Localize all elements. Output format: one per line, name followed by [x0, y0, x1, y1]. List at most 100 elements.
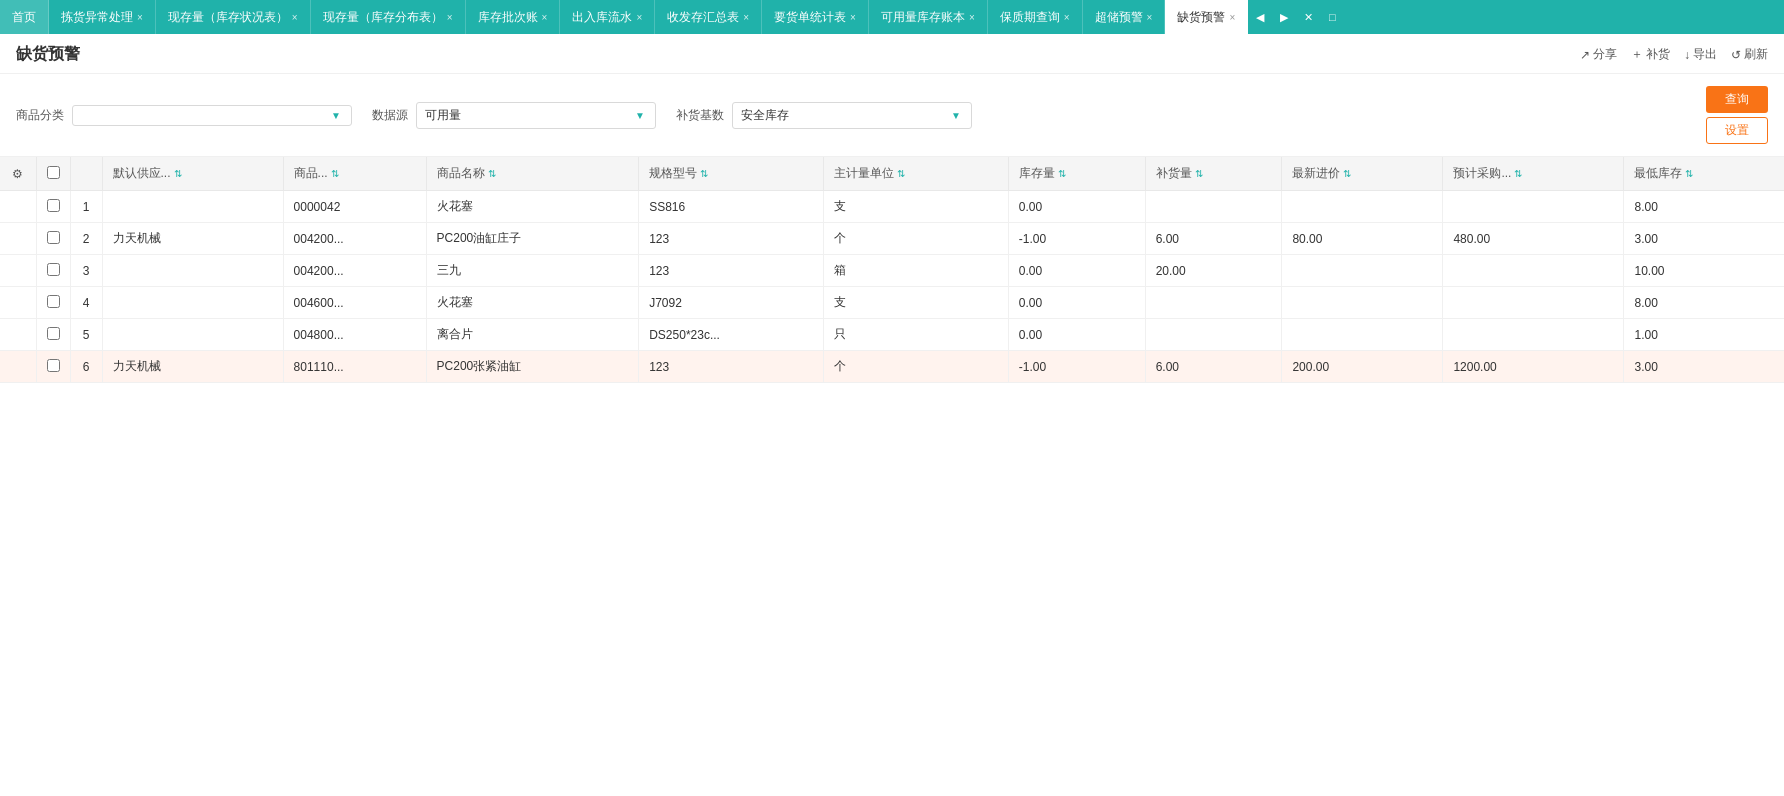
tab-restore-button[interactable]: □ — [1320, 0, 1344, 34]
th-latest-price[interactable]: 最新进价 ⇅ — [1282, 157, 1443, 191]
row-checkbox[interactable] — [47, 263, 60, 276]
tab-inventory-status[interactable]: 现存量（库存状况表） × — [156, 0, 311, 34]
row-checkbox-cell[interactable] — [36, 319, 70, 351]
close-icon[interactable]: × — [1229, 12, 1235, 23]
row-gear-cell[interactable] — [0, 191, 36, 223]
row-checkbox-cell[interactable] — [36, 351, 70, 383]
close-icon[interactable]: × — [969, 12, 975, 23]
page-title: 缺货预警 — [16, 44, 80, 65]
th-min-stock[interactable]: 最低库存 ⇅ — [1624, 157, 1784, 191]
th-product-name[interactable]: 商品名称 ⇅ — [426, 157, 639, 191]
row-default-supplier: 力天机械 — [102, 351, 283, 383]
th-product-code[interactable]: 商品... ⇅ — [283, 157, 426, 191]
close-icon[interactable]: × — [447, 12, 453, 23]
tab-close-button[interactable]: ✕ — [1296, 0, 1320, 34]
close-icon[interactable]: × — [292, 12, 298, 23]
replenish-basis-select[interactable]: 安全库存 ▼ — [732, 102, 972, 129]
th-gear[interactable]: ⚙ — [0, 157, 36, 191]
row-checkbox[interactable] — [47, 295, 60, 308]
category-label: 商品分类 — [16, 107, 64, 124]
replenish-icon: ＋ — [1631, 46, 1643, 63]
row-checkbox-cell[interactable] — [36, 255, 70, 287]
row-gear-cell[interactable] — [0, 287, 36, 319]
filter-actions: 查询 设置 — [1706, 86, 1768, 144]
close-icon[interactable]: × — [542, 12, 548, 23]
row-gear-cell[interactable] — [0, 319, 36, 351]
close-icon[interactable]: × — [636, 12, 642, 23]
tab-inout-flow[interactable]: 出入库流水 × — [560, 0, 655, 34]
row-min-stock: 3.00 — [1624, 223, 1784, 255]
tab-batch-account[interactable]: 库存批次账 × — [466, 0, 561, 34]
row-latest-price — [1282, 191, 1443, 223]
row-spec: 123 — [639, 255, 824, 287]
row-gear-cell[interactable] — [0, 351, 36, 383]
export-icon: ↓ — [1684, 48, 1690, 62]
row-latest-price — [1282, 319, 1443, 351]
close-icon[interactable]: × — [1147, 12, 1153, 23]
tab-overstock[interactable]: 超储预警 × — [1083, 0, 1166, 34]
close-icon[interactable]: × — [850, 12, 856, 23]
th-stock-qty[interactable]: 库存量 ⇅ — [1008, 157, 1145, 191]
row-stock-qty: 0.00 — [1008, 319, 1145, 351]
tab-prev-button[interactable]: ◀ — [1248, 0, 1272, 34]
datasource-select[interactable]: 可用量 ▼ — [416, 102, 656, 129]
th-default-supplier[interactable]: 默认供应... ⇅ — [102, 157, 283, 191]
share-button[interactable]: ↗ 分享 — [1580, 46, 1617, 63]
row-checkbox[interactable] — [47, 359, 60, 372]
row-gear-cell[interactable] — [0, 255, 36, 287]
row-checkbox[interactable] — [47, 327, 60, 340]
close-icon[interactable]: × — [1064, 12, 1070, 23]
row-est-purchase — [1443, 287, 1624, 319]
sort-icon: ⇅ — [488, 168, 496, 179]
row-checkbox[interactable] — [47, 199, 60, 212]
row-min-stock: 1.00 — [1624, 319, 1784, 351]
tab-next-button[interactable]: ▶ — [1272, 0, 1296, 34]
tab-expiry-query[interactable]: 保质期查询 × — [988, 0, 1083, 34]
row-spec: J7092 — [639, 287, 824, 319]
row-replenish-qty — [1145, 191, 1282, 223]
sort-icon: ⇅ — [897, 168, 905, 179]
th-replenish-qty[interactable]: 补货量 ⇅ — [1145, 157, 1282, 191]
th-est-purchase[interactable]: 预计采购... ⇅ — [1443, 157, 1624, 191]
row-product-name: PC200油缸庄子 — [426, 223, 639, 255]
row-est-purchase — [1443, 319, 1624, 351]
replenish-button[interactable]: ＋ 补货 — [1631, 46, 1670, 63]
tab-collect-summary[interactable]: 收发存汇总表 × — [655, 0, 762, 34]
th-spec[interactable]: 规格型号 ⇅ — [639, 157, 824, 191]
sort-icon: ⇅ — [1685, 168, 1693, 179]
query-button[interactable]: 查询 — [1706, 86, 1768, 113]
close-icon[interactable]: × — [743, 12, 749, 23]
row-latest-price: 200.00 — [1282, 351, 1443, 383]
settings-button[interactable]: 设置 — [1706, 117, 1768, 144]
row-number: 1 — [70, 191, 102, 223]
row-checkbox[interactable] — [47, 231, 60, 244]
row-product-code: 0000042 — [283, 191, 426, 223]
export-button[interactable]: ↓ 导出 — [1684, 46, 1717, 63]
refresh-button[interactable]: ↺ 刷新 — [1731, 46, 1768, 63]
row-gear-cell[interactable] — [0, 223, 36, 255]
th-unit[interactable]: 主计量单位 ⇅ — [823, 157, 1008, 191]
sort-icon: ⇅ — [174, 168, 182, 179]
datasource-value: 可用量 — [425, 107, 461, 124]
category-select[interactable]: ▼ — [72, 105, 352, 126]
tab-shortage[interactable]: 缺货预警 × — [1165, 0, 1248, 34]
tab-available-ledger[interactable]: 可用量库存账本 × — [869, 0, 988, 34]
sort-icon: ⇅ — [700, 168, 708, 179]
row-replenish-qty — [1145, 319, 1282, 351]
tab-abnormal[interactable]: 拣货异常处理 × — [49, 0, 156, 34]
row-checkbox-cell[interactable] — [36, 223, 70, 255]
select-all-checkbox[interactable] — [47, 166, 60, 179]
datasource-filter-group: 数据源 可用量 ▼ — [372, 102, 656, 129]
share-icon: ↗ — [1580, 48, 1590, 62]
close-icon[interactable]: × — [137, 12, 143, 23]
tab-inventory-dist[interactable]: 现存量（库存分布表） × — [311, 0, 466, 34]
tab-order-stats[interactable]: 要货单统计表 × — [762, 0, 869, 34]
row-product-name: 火花塞 — [426, 287, 639, 319]
filter-bar: 商品分类 ▼ 数据源 可用量 ▼ 补货基数 安全库存 ▼ 查询 设置 — [0, 74, 1784, 157]
main-content: 缺货预警 ↗ 分享 ＋ 补货 ↓ 导出 ↺ 刷新 商品分类 — [0, 34, 1784, 796]
row-product-name: PC200张紧油缸 — [426, 351, 639, 383]
tab-home[interactable]: 首页 — [0, 0, 49, 34]
row-checkbox-cell[interactable] — [36, 191, 70, 223]
row-checkbox-cell[interactable] — [36, 287, 70, 319]
row-min-stock: 8.00 — [1624, 287, 1784, 319]
